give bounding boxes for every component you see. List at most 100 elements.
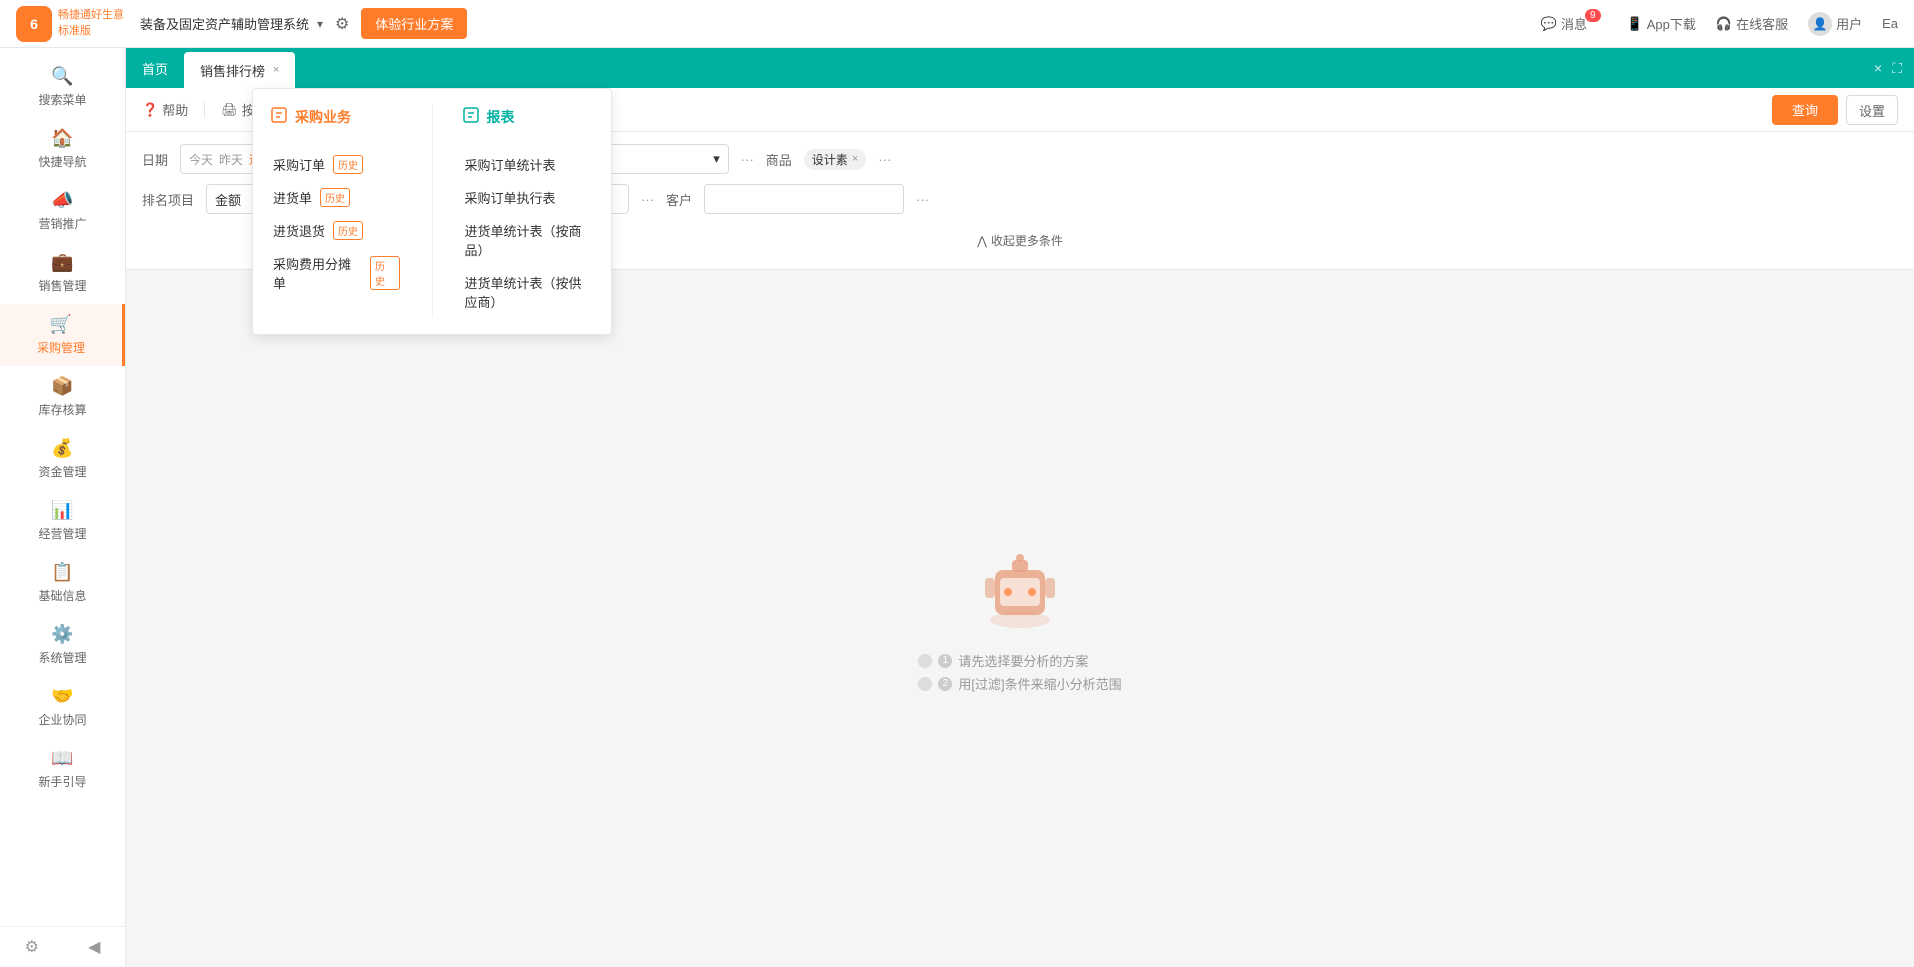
empty-hint-2: 2 用[过滤]条件来缩小分析范围 <box>918 674 1121 693</box>
sidebar-item-system[interactable]: ⚙️ 系统管理 <box>0 614 125 676</box>
empty-state: 1 请先选择要分析的方案 2 用[过滤]条件来缩小分析范围 <box>126 270 1914 967</box>
sidebar-item-marketing[interactable]: 📣 营销推广 <box>0 180 125 242</box>
logo-area: 6 畅捷通好生意 标准版 <box>16 6 124 42</box>
tab-bar-right: × ⛶ <box>1874 60 1914 77</box>
rank-label: 排名项目 <box>142 190 194 209</box>
guide-icon: 📖 <box>51 748 73 769</box>
sidebar-top: 🔍 搜索菜单 🏠 快捷导航 📣 营销推广 💼 销售管理 🛒 采购管 <box>0 48 125 926</box>
system-icon: ⚙️ <box>51 624 73 645</box>
collapse-btn[interactable]: ⋀ 收起更多条件 <box>977 232 1063 249</box>
menu-item-order-stat[interactable]: 采购订单统计表 <box>461 148 596 181</box>
history-tag-2: 历史 <box>320 188 350 207</box>
sales-icon: 💼 <box>51 252 73 273</box>
menu-item-label: 进货单统计表（按商品） <box>465 221 592 259</box>
customer-label: 客户 <box>666 190 692 209</box>
app-wrapper: 6 畅捷通好生意 标准版 装备及固定资产辅助管理系统 ▾ ⚙ 体验行业方案 💬 … <box>0 0 1914 967</box>
tab-home[interactable]: 首页 <box>126 48 184 88</box>
filter-dots-4[interactable]: ··· <box>916 192 929 207</box>
empty-robot-svg <box>970 540 1070 640</box>
tab-sales-rank[interactable]: 销售排行榜 × <box>184 52 295 88</box>
menu-item-purchase-order[interactable]: 采购订单 历史 <box>269 148 404 181</box>
purchase-menu-section: 采购业务 采购订单 历史 进货单 历史 进货退货 历史 <box>269 105 404 318</box>
report-menu-section: 报表 采购订单统计表 采购订单执行表 进货单统计表（按商品） 进货单统计表（按供… <box>461 105 596 318</box>
logo-icon: 6 <box>16 6 52 42</box>
finance-icon: 💰 <box>51 438 73 459</box>
sidebar-bottom: ⚙ ◀ <box>0 926 125 967</box>
empty-hints: 1 请先选择要分析的方案 2 用[过滤]条件来缩小分析范围 <box>918 651 1121 697</box>
content-area: 首页 销售排行榜 × × ⛶ ❓ 帮助 🖨 <box>126 48 1914 967</box>
online-service-item[interactable]: 🎧 在线客服 <box>1716 14 1788 33</box>
operations-icon: 📊 <box>51 500 73 521</box>
purchase-section-icon <box>269 105 289 128</box>
notification-item[interactable]: 💬 消息 9 <box>1541 14 1607 33</box>
purchase-section-title: 采购业务 <box>269 105 404 136</box>
sidebar-item-operations[interactable]: 📊 经营管理 <box>0 490 125 552</box>
message-icon: 💬 <box>1541 16 1557 32</box>
sidebar-item-search[interactable]: 🔍 搜索菜单 <box>0 56 125 118</box>
collapse-icon: ⋀ <box>977 234 987 248</box>
filter-dots-2[interactable]: ··· <box>878 152 891 167</box>
menu-item-expense[interactable]: 采购费用分摊单 历史 <box>269 247 404 299</box>
sidebar-item-finance[interactable]: 💰 资金管理 <box>0 428 125 490</box>
tab-fullscreen-icon[interactable]: ⛶ <box>1892 60 1902 77</box>
tab-window-close-icon[interactable]: × <box>1874 60 1882 76</box>
menu-item-return[interactable]: 进货退货 历史 <box>269 214 404 247</box>
tab-close-icon[interactable]: × <box>273 64 279 76</box>
marketing-icon: 📣 <box>51 190 73 211</box>
select-dropdown-icon: ▾ <box>713 151 720 167</box>
menu-item-incoming-stat-supplier[interactable]: 进货单统计表（按供应商） <box>461 266 596 318</box>
goods-chip-close[interactable]: × <box>852 153 858 165</box>
industry-btn[interactable]: 体验行业方案 <box>361 8 467 39</box>
toolbar-sep-1 <box>204 102 205 118</box>
main-area: 🔍 搜索菜单 🏠 快捷导航 📣 营销推广 💼 销售管理 🛒 采购管 <box>0 48 1914 967</box>
history-tag-3: 历史 <box>333 221 363 240</box>
report-section-icon <box>461 105 481 128</box>
empty-hint-1: 1 请先选择要分析的方案 <box>918 651 1121 670</box>
headset-icon: 🎧 <box>1716 16 1732 32</box>
sidebar-settings-btn[interactable]: ⚙ <box>25 937 39 957</box>
goods-chips: 设计素 × <box>804 149 866 170</box>
top-bar: 6 畅捷通好生意 标准版 装备及固定资产辅助管理系统 ▾ ⚙ 体验行业方案 💬 … <box>0 0 1914 48</box>
detected-text-ea: Ea <box>1882 16 1898 31</box>
tab-bar: 首页 销售排行榜 × × ⛶ <box>126 48 1914 88</box>
dropdown-menu: 采购业务 采购订单 历史 进货单 历史 进货退货 历史 <box>252 88 612 335</box>
settings-result-btn[interactable]: 设置 <box>1846 95 1898 125</box>
sidebar-item-navigation[interactable]: 🏠 快捷导航 <box>0 118 125 180</box>
basic-info-icon: 📋 <box>51 562 73 583</box>
sidebar-item-basic-info[interactable]: 📋 基础信息 <box>0 552 125 614</box>
customer-select[interactable] <box>704 184 904 214</box>
menu-item-label: 进货退货 <box>273 221 325 240</box>
sidebar-item-enterprise[interactable]: 🤝 企业协同 <box>0 676 125 738</box>
goods-chip: 设计素 × <box>804 149 866 170</box>
system-title: 装备及固定资产辅助管理系统 <box>140 14 309 33</box>
title-dropdown-icon[interactable]: ▾ <box>317 17 323 31</box>
goods-label: 商品 <box>766 150 792 169</box>
user-item[interactable]: 👤 用户 <box>1808 12 1862 36</box>
menu-item-label: 采购订单 <box>273 155 325 174</box>
filter-dots-1[interactable]: ··· <box>741 152 754 167</box>
logo-text: 畅捷通好生意 标准版 <box>58 8 124 39</box>
home-icon: 🏠 <box>51 128 73 149</box>
filter-dots-3[interactable]: ··· <box>641 192 654 207</box>
sidebar-item-inventory[interactable]: 📦 库存核算 <box>0 366 125 428</box>
menu-item-label: 采购订单统计表 <box>465 155 556 174</box>
menu-item-incoming-stat-goods[interactable]: 进货单统计表（按商品） <box>461 214 596 266</box>
app-download-item[interactable]: 📱 App下载 <box>1627 14 1696 33</box>
avatar-icon: 👤 <box>1808 12 1832 36</box>
sidebar-item-guide[interactable]: 📖 新手引导 <box>0 738 125 800</box>
menu-item-label: 采购订单执行表 <box>465 188 556 207</box>
sidebar: 🔍 搜索菜单 🏠 快捷导航 📣 营销推广 💼 销售管理 🛒 采购管 <box>0 48 126 967</box>
top-bar-right: 💬 消息 9 📱 App下载 🎧 在线客服 👤 用户 Ea <box>1541 12 1898 36</box>
settings-gear-icon[interactable]: ⚙ <box>335 14 349 34</box>
help-btn[interactable]: ❓ 帮助 <box>142 100 188 119</box>
search-icon: 🔍 <box>51 66 73 87</box>
menu-item-incoming[interactable]: 进货单 历史 <box>269 181 404 214</box>
sidebar-item-purchase[interactable]: 🛒 采购管理 <box>0 304 125 366</box>
purchase-icon: 🛒 <box>50 314 72 335</box>
empty-illustration <box>970 540 1070 643</box>
sidebar-item-sales[interactable]: 💼 销售管理 <box>0 242 125 304</box>
query-btn[interactable]: 查询 <box>1772 95 1838 125</box>
sidebar-collapse-btn[interactable]: ◀ <box>88 937 100 957</box>
menu-item-order-exec[interactable]: 采购订单执行表 <box>461 181 596 214</box>
svg-text:6: 6 <box>30 16 38 32</box>
